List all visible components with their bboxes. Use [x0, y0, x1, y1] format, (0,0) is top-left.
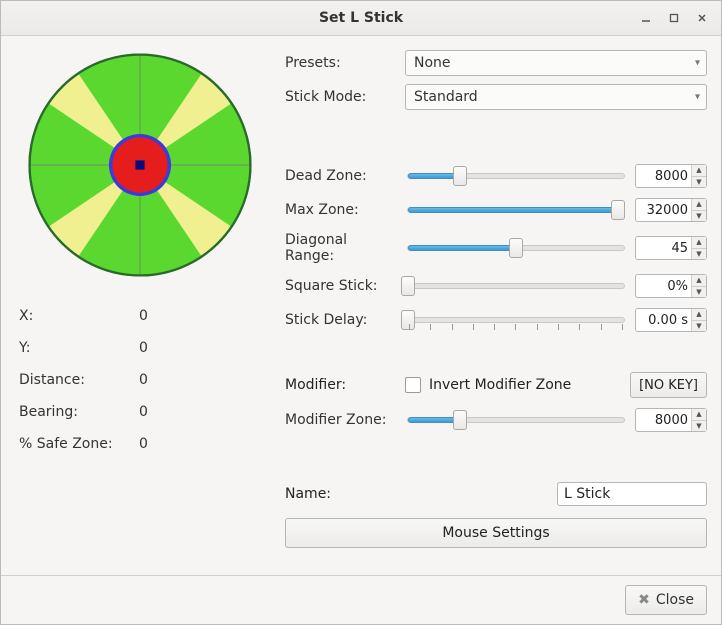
- left-column: X: 0 Y: 0 Distance: 0 Bearing: 0 % Safe …: [15, 50, 265, 575]
- modifier-label: Modifier:: [285, 377, 397, 393]
- modifier-zone-spin-up[interactable]: ▲: [692, 409, 706, 421]
- stick-delay-spinbox[interactable]: 0.00 s▲▼: [635, 308, 707, 332]
- right-column: Presets: None ▾ Stick Mode: Standard ▾ D…: [285, 50, 707, 575]
- close-window-button[interactable]: [689, 8, 715, 28]
- status-y-value: 0: [139, 340, 199, 356]
- presets-row: Presets: None ▾: [285, 50, 707, 76]
- stick-mode-row: Stick Mode: Standard ▾: [285, 84, 707, 110]
- presets-combo[interactable]: None ▾: [405, 50, 707, 76]
- max-zone-slider[interactable]: [407, 199, 625, 221]
- maximize-icon: [669, 13, 679, 23]
- dead-zone-value: 8000: [636, 165, 691, 187]
- square-stick-slider-thumb[interactable]: [401, 276, 415, 296]
- dead-zone-slider[interactable]: [407, 165, 625, 187]
- close-button-label: Close: [656, 592, 694, 608]
- max-zone-spin-down[interactable]: ▼: [692, 211, 706, 222]
- stick-visualization: [25, 50, 255, 280]
- diagonal-range-spinbox[interactable]: 45▲▼: [635, 236, 707, 260]
- modifier-zone-spin-down[interactable]: ▼: [692, 421, 706, 432]
- minimize-button[interactable]: [633, 8, 659, 28]
- status-x-value: 0: [139, 308, 199, 324]
- max-zone-spinbox[interactable]: 32000▲▼: [635, 198, 707, 222]
- window: Set L Stick: [0, 0, 722, 625]
- modifier-key-button[interactable]: [NO KEY]: [630, 372, 707, 398]
- dead-zone-row: Dead Zone: 8000▲▼: [285, 164, 707, 188]
- diagonal-range-row: Diagonal Range: 45▲▼: [285, 232, 707, 264]
- window-controls: [633, 8, 721, 28]
- stick-delay-value: 0.00 s: [636, 309, 691, 331]
- diagonal-range-spin-down[interactable]: ▼: [692, 249, 706, 260]
- modifier-zone-spinbox[interactable]: 8000▲▼: [635, 408, 707, 432]
- status-bearing-value: 0: [139, 404, 199, 420]
- dead-zone-slider-thumb[interactable]: [453, 166, 467, 186]
- dead-zone-spinbox[interactable]: 8000▲▼: [635, 164, 707, 188]
- presets-label: Presets:: [285, 55, 397, 71]
- close-icon: [697, 13, 707, 23]
- square-stick-spin-down[interactable]: ▼: [692, 287, 706, 298]
- status-x-label: X:: [19, 308, 139, 324]
- status-bearing-label: Bearing:: [19, 404, 139, 420]
- status-distance-value: 0: [139, 372, 199, 388]
- max-zone-slider-thumb[interactable]: [611, 200, 625, 220]
- square-stick-spin-up[interactable]: ▲: [692, 275, 706, 287]
- status-distance-label: Distance:: [19, 372, 139, 388]
- square-stick-value: 0%: [636, 275, 691, 297]
- content: X: 0 Y: 0 Distance: 0 Bearing: 0 % Safe …: [1, 36, 721, 575]
- diagonal-range-value: 45: [636, 237, 691, 259]
- footer: ✖ Close: [1, 575, 721, 624]
- status-safezone-value: 0: [139, 436, 199, 452]
- dead-zone-spin-up[interactable]: ▲: [692, 165, 706, 177]
- modifier-zone-row: Modifier Zone: 8000▲▼: [285, 408, 707, 432]
- status-grid: X: 0 Y: 0 Distance: 0 Bearing: 0 % Safe …: [15, 308, 265, 452]
- diagonal-range-slider-thumb[interactable]: [509, 238, 523, 258]
- window-title: Set L Stick: [1, 10, 721, 26]
- mouse-settings-button[interactable]: Mouse Settings: [285, 518, 707, 548]
- diagonal-range-slider[interactable]: [407, 237, 625, 259]
- minimize-icon: [641, 13, 651, 23]
- stick-mode-combo[interactable]: Standard ▾: [405, 84, 707, 110]
- stick-mode-value: Standard: [414, 89, 478, 105]
- name-row: Name: L Stick: [285, 482, 707, 506]
- titlebar: Set L Stick: [1, 1, 721, 36]
- square-stick-slider[interactable]: [407, 275, 625, 297]
- stick-delay-slider[interactable]: [407, 309, 625, 331]
- status-y-label: Y:: [19, 340, 139, 356]
- stick-mode-label: Stick Mode:: [285, 89, 397, 105]
- invert-modifier-label: Invert Modifier Zone: [429, 377, 622, 393]
- chevron-down-icon: ▾: [695, 92, 700, 103]
- stick-delay-label: Stick Delay:: [285, 312, 397, 328]
- close-icon: ✖: [638, 592, 650, 608]
- maximize-button[interactable]: [661, 8, 687, 28]
- square-stick-spinbox[interactable]: 0%▲▼: [635, 274, 707, 298]
- name-input[interactable]: L Stick: [557, 482, 707, 506]
- status-safezone-label: % Safe Zone:: [19, 436, 139, 452]
- presets-value: None: [414, 55, 451, 71]
- dead-zone-label: Dead Zone:: [285, 168, 397, 184]
- max-zone-label: Max Zone:: [285, 202, 397, 218]
- modifier-zone-slider[interactable]: [407, 409, 625, 431]
- diagonal-range-spin-up[interactable]: ▲: [692, 237, 706, 249]
- name-label: Name:: [285, 486, 397, 502]
- chevron-down-icon: ▾: [695, 58, 700, 69]
- invert-modifier-checkbox[interactable]: [405, 377, 421, 393]
- dead-zone-spin-down[interactable]: ▼: [692, 177, 706, 188]
- square-stick-label: Square Stick:: [285, 278, 397, 294]
- max-zone-spin-up[interactable]: ▲: [692, 199, 706, 211]
- modifier-zone-value: 8000: [636, 409, 691, 431]
- diagonal-range-label: Diagonal Range:: [285, 232, 397, 264]
- max-zone-value: 32000: [636, 199, 691, 221]
- modifier-zone-label: Modifier Zone:: [285, 412, 397, 428]
- stick-delay-spin-up[interactable]: ▲: [692, 309, 706, 321]
- stick-delay-row: Stick Delay: 0.00 s▲▼: [285, 308, 707, 332]
- square-stick-row: Square Stick: 0%▲▼: [285, 274, 707, 298]
- max-zone-row: Max Zone: 32000▲▼: [285, 198, 707, 222]
- close-button[interactable]: ✖ Close: [625, 585, 707, 615]
- stick-delay-spin-down[interactable]: ▼: [692, 321, 706, 332]
- modifier-zone-slider-thumb[interactable]: [453, 410, 467, 430]
- modifier-row: Modifier: Invert Modifier Zone [NO KEY]: [285, 372, 707, 398]
